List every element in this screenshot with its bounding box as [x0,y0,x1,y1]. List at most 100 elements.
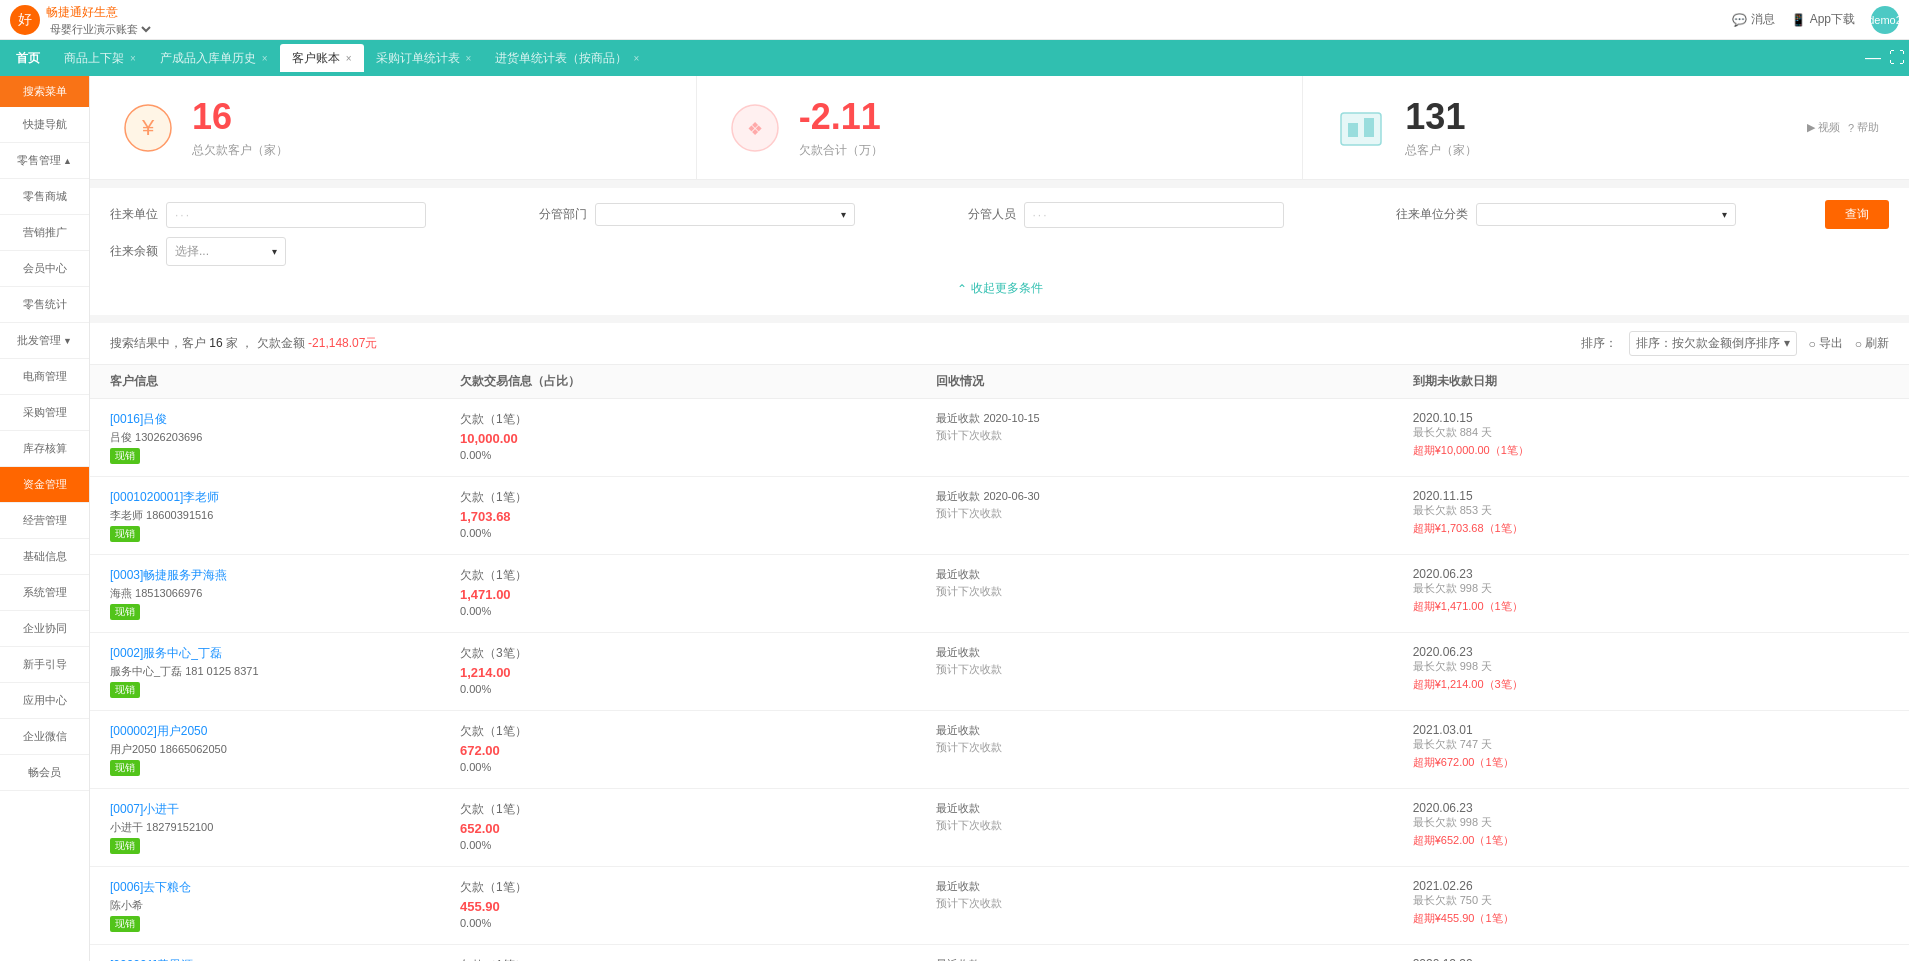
sidebar-item-app-center[interactable]: 应用中心 [0,683,89,719]
sidebar-item-purchase[interactable]: 采购管理 [0,395,89,431]
customer-name[interactable]: [0006]去下粮仓 [110,879,460,896]
tab-close-icon[interactable]: × [346,53,352,64]
sidebar-item-operation[interactable]: 经营管理 [0,503,89,539]
overdue-text[interactable]: 超期¥1,703.68（1笔） [1413,521,1889,536]
refresh-btn[interactable]: ○ 刷新 [1855,335,1889,352]
sidebar-search[interactable]: 搜索菜单 [0,76,89,107]
debt-count: 欠款（1笔） [460,723,936,740]
sidebar-item-system[interactable]: 系统管理 [0,575,89,611]
tab-close-icon[interactable]: × [466,53,472,64]
customer-name[interactable]: [0001020001]李老师 [110,489,460,506]
message-btn[interactable]: 💬 消息 [1732,11,1775,28]
refresh-icon: ○ [1855,337,1862,351]
table-row: [0006]去下粮仓 陈小希 现销 欠款（1笔） 455.90 0.00% 最近… [90,867,1909,945]
customer-phone: 海燕 18513066976 [110,586,460,601]
stat-info-debt-total: -2.11 欠款合计（万） [799,96,883,159]
tab-instock-stat[interactable]: 进货单统计表（按商品） × [483,44,651,72]
sidebar-item-member[interactable]: 会员中心 [0,251,89,287]
next-payment: 预计下次收款 [936,896,1412,911]
tab-close-icon[interactable]: × [262,53,268,64]
due-date: 2020.12.30 [1413,957,1889,961]
filter-person-input[interactable]: ··· [1024,202,1284,228]
recovery-cell: 最近收款 预计下次收款 [936,723,1412,755]
user-avatar-area[interactable]: demo2 [1871,6,1899,34]
sidebar-item-ecommerce[interactable]: 电商管理 [0,359,89,395]
tab-expand-btn[interactable]: ⛶ [1889,49,1905,67]
sort-select[interactable]: 排序：按欠款金额倒序排序 ▾ [1629,331,1796,356]
tab-product-instock[interactable]: 产成品入库单历史 × [148,44,280,72]
due-date: 2021.03.01 [1413,723,1889,737]
filter-category-select[interactable]: ▾ [1476,203,1736,226]
debt-ratio: 0.00% [460,917,936,929]
debt-info-cell: 欠款（1笔） 10,000.00 0.00% [460,411,936,461]
sidebar-item-new-guide[interactable]: 新手引导 [0,647,89,683]
sidebar-item-warehouse[interactable]: 库存核算 [0,431,89,467]
customer-name[interactable]: [0016]吕俊 [110,411,460,428]
sidebar-item-retail-mall[interactable]: 零售商城 [0,179,89,215]
filter-supplier: 往来单位 ··· [110,202,523,228]
svg-rect-5 [1348,123,1358,137]
debt-count: 欠款（1笔） [460,411,936,428]
filter-balance-select[interactable]: 选择... ▾ [166,237,286,266]
filter-supplier-input[interactable]: ··· [166,202,426,228]
tab-close-icon[interactable]: × [130,53,136,64]
app-download-btn[interactable]: 📱 App下载 [1791,11,1855,28]
help-btn[interactable]: ? 帮助 [1848,120,1879,135]
sidebar-item-finance[interactable]: 资金管理 [0,467,89,503]
debt-ratio: 0.00% [460,839,936,851]
debt-ratio: 0.00% [460,449,936,461]
stat-info-debt-customers: 16 总欠款客户（家） [192,96,288,159]
sidebar-item-basic-info[interactable]: 基础信息 [0,539,89,575]
overdue-text[interactable]: 超期¥10,000.00（1笔） [1413,443,1889,458]
overdue-text[interactable]: 超期¥672.00（1笔） [1413,755,1889,770]
sidebar-item-marketing[interactable]: 营销推广 [0,215,89,251]
tab-instock-stat-label: 进货单统计表（按商品） [495,50,627,67]
due-date-cell: 2020.06.23 最长欠款 998 天 超期¥652.00（1笔） [1413,801,1889,848]
tab-customer-account[interactable]: 客户账本 × [280,44,364,72]
svg-rect-4 [1341,113,1381,145]
sidebar-item-batch-mgmt[interactable]: 批发管理 ▼ [0,323,89,359]
table-body: [0016]吕俊 吕俊 13026203696 现销 欠款（1笔） 10,000… [90,399,1909,961]
tab-purchase-order[interactable]: 采购订单统计表 × [364,44,484,72]
tab-minimize-btn[interactable]: — [1865,49,1881,67]
debt-amount: 1,214.00 [460,665,936,680]
sidebar-quick-nav[interactable]: 快捷导航 [0,107,89,143]
tab-bar: 首页 商品上下架 × 产成品入库单历史 × 客户账本 × 采购订单统计表 × 进… [0,40,1909,76]
debt-info-cell: 欠款（3笔） 1,214.00 0.00% [460,645,936,695]
filter-person-label: 分管人员 [968,206,1016,223]
overdue-text[interactable]: 超期¥1,214.00（3笔） [1413,677,1889,692]
total-customer-label: 总客户（家） [1405,142,1477,159]
overdue-days: 最长欠款 998 天 [1413,581,1889,596]
sidebar-item-enterprise-coop[interactable]: 企业协同 [0,611,89,647]
overdue-days: 最长欠款 853 天 [1413,503,1889,518]
due-date-cell: 2020.06.23 最长欠款 998 天 超期¥1,214.00（3笔） [1413,645,1889,692]
debt-info-cell: 欠款（1笔） 1,471.00 0.00% [460,567,936,617]
export-btn[interactable]: ○ 导出 [1809,335,1843,352]
table-row: [0016]吕俊 吕俊 13026203696 现销 欠款（1笔） 10,000… [90,399,1909,477]
table-row: [000001]黄思源 黄思源 13552700226 现销 欠款（1笔） 42… [90,945,1909,961]
filter-dept-select[interactable]: ▾ [595,203,855,226]
recovery-cell: 最近收款 2020-06-30 预计下次收款 [936,489,1412,521]
overdue-text[interactable]: 超期¥455.90（1笔） [1413,911,1889,926]
filter-category: 往来单位分类 ▾ [1396,203,1809,226]
overdue-text[interactable]: 超期¥1,471.00（1笔） [1413,599,1889,614]
customer-name[interactable]: [0002]服务中心_丁磊 [110,645,460,662]
tab-product-shelf[interactable]: 商品上下架 × [52,44,148,72]
search-button[interactable]: 查询 [1825,200,1889,229]
tab-close-icon[interactable]: × [633,53,639,64]
view-video-btn[interactable]: ▶ 视频 [1807,120,1840,135]
collapse-btn[interactable]: ⌃ 收起更多条件 [110,274,1889,303]
sidebar-item-retail-stat[interactable]: 零售统计 [0,287,89,323]
brand-select[interactable]: 母婴行业演示账套 [46,22,154,36]
sidebar-item-retail-mgmt[interactable]: 零售管理 ▲ [0,143,89,179]
customer-name[interactable]: [000001]黄思源 [110,957,460,961]
customer-name[interactable]: [0003]畅捷服务尹海燕 [110,567,460,584]
sidebar-item-vip-member[interactable]: 畅会员 [0,755,89,791]
chevron-down-icon: ▾ [841,209,846,220]
sidebar-item-enterprise-wechat[interactable]: 企业微信 [0,719,89,755]
customer-tag: 现销 [110,604,140,620]
tab-home[interactable]: 首页 [4,44,52,72]
overdue-text[interactable]: 超期¥652.00（1笔） [1413,833,1889,848]
customer-name[interactable]: [0007]小进干 [110,801,460,818]
customer-name[interactable]: [000002]用户2050 [110,723,460,740]
